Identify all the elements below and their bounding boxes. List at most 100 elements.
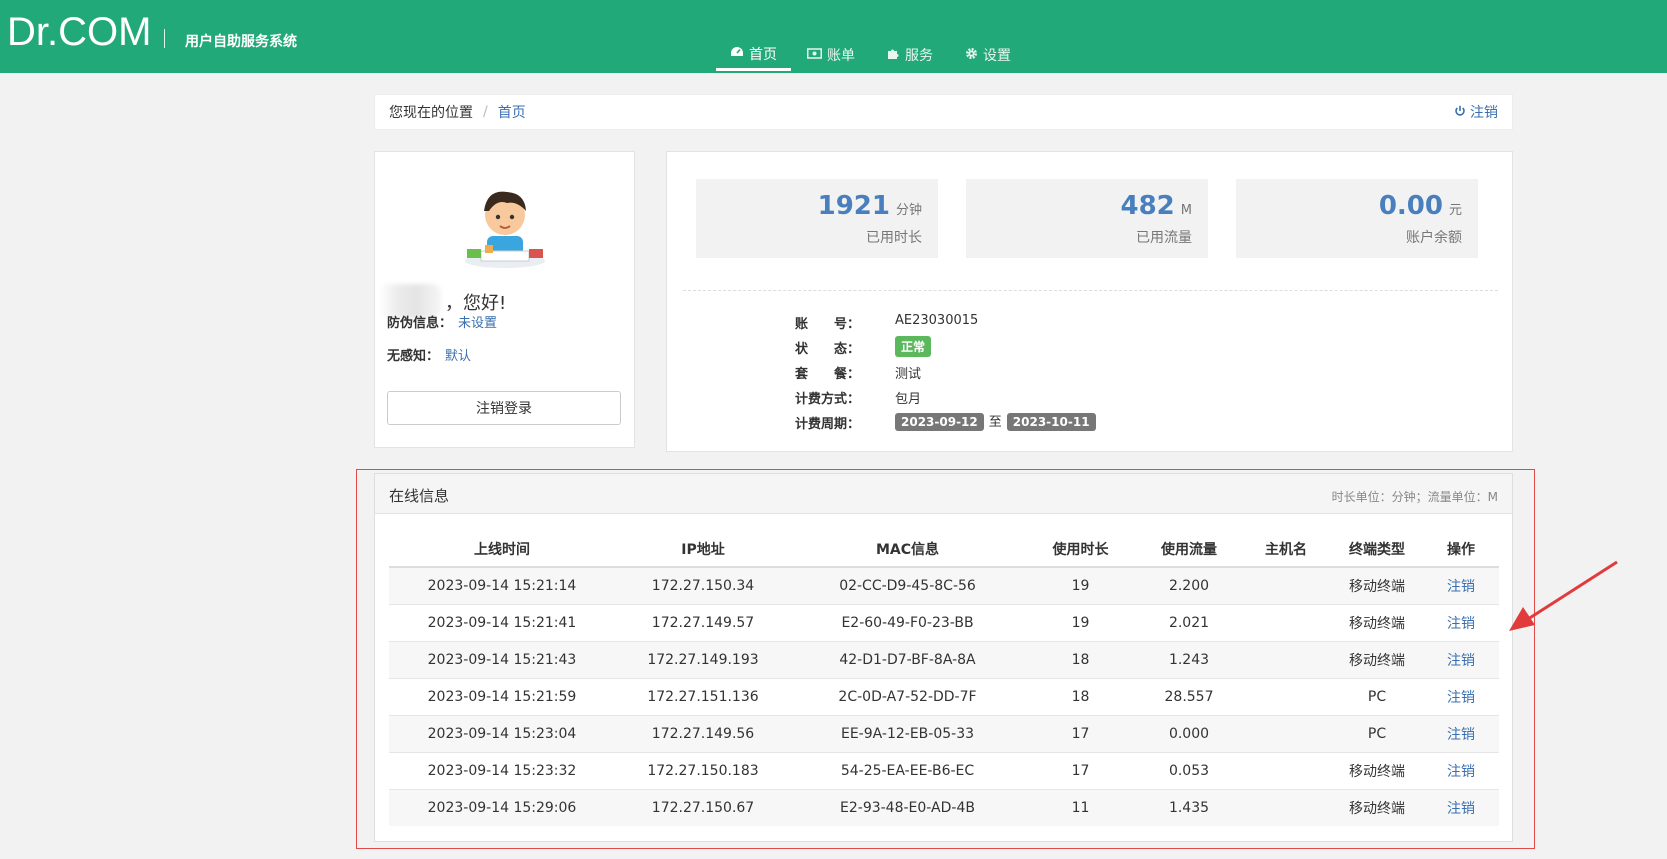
account-value: AE23030015 bbox=[895, 313, 979, 328]
nav-home[interactable]: 首页 bbox=[716, 40, 791, 71]
divider bbox=[683, 290, 1498, 291]
col-terminal: 终端类型 bbox=[1331, 531, 1423, 568]
cell-duration: 17 bbox=[1024, 714, 1137, 752]
cell-action: 注销 bbox=[1423, 640, 1499, 678]
cell-traffic: 1.243 bbox=[1137, 640, 1241, 678]
nav-bill[interactable]: 账单 bbox=[791, 40, 871, 70]
col-mac: MAC信息 bbox=[791, 531, 1024, 568]
main-nav: 首页 账单 服务 设置 bbox=[716, 40, 1027, 73]
col-hostname: 主机名 bbox=[1241, 531, 1331, 568]
cell-hostname bbox=[1241, 603, 1331, 641]
cell-terminal: 移动终端 bbox=[1331, 788, 1423, 826]
cell-action: 注销 bbox=[1423, 566, 1499, 604]
cell-login-time: 2023-09-14 15:23:04 bbox=[389, 714, 615, 752]
cell-duration: 17 bbox=[1024, 751, 1137, 789]
cell-action: 注销 bbox=[1423, 677, 1499, 715]
cell-login-time: 2023-09-14 15:21:59 bbox=[389, 677, 615, 715]
stat-used-traffic-value: 482 M bbox=[1120, 191, 1193, 221]
stat-balance-value: 0.00 元 bbox=[1378, 191, 1462, 221]
cell-traffic: 0.053 bbox=[1137, 751, 1241, 789]
online-panel-title: 在线信息 bbox=[389, 487, 450, 505]
col-duration: 使用时长 bbox=[1024, 531, 1137, 568]
cell-login-time: 2023-09-14 15:21:41 bbox=[389, 603, 615, 641]
cell-terminal: 移动终端 bbox=[1331, 566, 1423, 604]
period-to: 至 bbox=[988, 415, 1002, 430]
red-arrow-icon bbox=[1509, 560, 1618, 631]
cell-ip: 172.27.151.136 bbox=[615, 677, 791, 715]
row-logout-link[interactable]: 注销 bbox=[1447, 727, 1475, 743]
stat-used-time-label: 已用时长 bbox=[866, 230, 922, 246]
breadcrumb: 您现在的位置 / 首页 注销 bbox=[374, 94, 1513, 130]
breadcrumb-separator: / bbox=[483, 104, 488, 120]
cell-mac: EE-9A-12-EB-05-33 bbox=[791, 714, 1024, 752]
table-row: 2023-09-14 15:23:32 172.27.150.183 54-25… bbox=[389, 751, 1499, 789]
cell-terminal: 移动终端 bbox=[1331, 603, 1423, 641]
puzzle-icon bbox=[887, 47, 900, 64]
top-logout-link[interactable]: 注销 bbox=[1454, 102, 1498, 122]
row-logout-link[interactable]: 注销 bbox=[1447, 690, 1475, 706]
online-table: 上线时间 IP地址 MAC信息 使用时长 使用流量 主机名 终端类型 操作 20… bbox=[389, 531, 1499, 826]
cell-mac: 54-25-EA-EE-B6-EC bbox=[791, 751, 1024, 789]
cell-terminal: PC bbox=[1331, 677, 1423, 715]
row-logout-link[interactable]: 注销 bbox=[1447, 764, 1475, 780]
cell-terminal: 移动终端 bbox=[1331, 640, 1423, 678]
money-icon bbox=[807, 47, 822, 63]
row-logout-link[interactable]: 注销 bbox=[1447, 801, 1475, 817]
stat-used-traffic: 482 M 已用流量 bbox=[966, 179, 1208, 258]
gear-icon bbox=[965, 47, 978, 64]
stat-balance-label: 账户余额 bbox=[1406, 230, 1462, 246]
cell-login-time: 2023-09-14 15:23:32 bbox=[389, 751, 615, 789]
anti-fake-row: 防伪信息： 未设置 bbox=[387, 312, 497, 331]
stat-balance: 0.00 元 账户余额 bbox=[1236, 179, 1478, 258]
period-label: 计费周期： bbox=[795, 417, 861, 432]
status-badge: 正常 bbox=[895, 336, 932, 357]
cell-hostname bbox=[1241, 751, 1331, 789]
breadcrumb-home-link[interactable]: 首页 bbox=[498, 102, 526, 122]
seamless-link[interactable]: 默认 bbox=[445, 349, 471, 364]
stats-card: 1921 分钟 已用时长 482 M 已用流量 0.00 元 账户余额 账 号： AE… bbox=[666, 151, 1513, 452]
cell-mac: E2-60-49-F0-23-BB bbox=[791, 603, 1024, 641]
cell-hostname bbox=[1241, 788, 1331, 826]
period-start-badge: 2023-09-12 bbox=[895, 413, 984, 431]
plan-label: 套 餐： bbox=[795, 367, 861, 382]
top-logout-label: 注销 bbox=[1470, 105, 1498, 121]
seamless-label: 无感知： bbox=[387, 349, 440, 364]
col-ip: IP地址 bbox=[615, 531, 791, 568]
table-row: 2023-09-14 15:21:59 172.27.151.136 2C-0D… bbox=[389, 677, 1499, 715]
plan-value: 测试 bbox=[895, 367, 922, 382]
stat-used-time-value: 1921 分钟 bbox=[817, 191, 922, 221]
online-table-body: 2023-09-14 15:21:14 172.27.150.34 02-CC-… bbox=[389, 566, 1499, 826]
nav-home-label: 首页 bbox=[749, 47, 777, 63]
cell-login-time: 2023-09-14 15:21:43 bbox=[389, 640, 615, 678]
col-traffic: 使用流量 bbox=[1137, 531, 1241, 568]
anti-fake-link[interactable]: 未设置 bbox=[458, 316, 497, 331]
cell-terminal: 移动终端 bbox=[1331, 751, 1423, 789]
stat-used-time: 1921 分钟 已用时长 bbox=[696, 179, 938, 258]
billing-label: 计费方式： bbox=[795, 392, 861, 407]
account-label: 账 号： bbox=[795, 317, 861, 332]
cell-duration: 11 bbox=[1024, 788, 1137, 826]
table-row: 2023-09-14 15:21:43 172.27.149.193 42-D1… bbox=[389, 640, 1499, 678]
power-icon bbox=[1454, 105, 1470, 121]
table-row: 2023-09-14 15:29:06 172.27.150.67 E2-93-… bbox=[389, 788, 1499, 826]
row-logout-link[interactable]: 注销 bbox=[1447, 579, 1475, 595]
row-logout-link[interactable]: 注销 bbox=[1447, 616, 1475, 632]
table-header-row: 上线时间 IP地址 MAC信息 使用时长 使用流量 主机名 终端类型 操作 bbox=[389, 531, 1499, 568]
seamless-row: 无感知： 默认 bbox=[387, 345, 471, 364]
nav-bill-label: 账单 bbox=[827, 48, 855, 64]
cell-mac: E2-93-48-E0-AD-4B bbox=[791, 788, 1024, 826]
logout-button[interactable]: 注销登录 bbox=[387, 391, 621, 425]
col-login-time: 上线时间 bbox=[389, 531, 615, 568]
cell-mac: 42-D1-D7-BF-8A-8A bbox=[791, 640, 1024, 678]
cell-traffic: 1.435 bbox=[1137, 788, 1241, 826]
cell-hostname bbox=[1241, 714, 1331, 752]
period-end-badge: 2023-10-11 bbox=[1006, 413, 1096, 431]
cell-hostname bbox=[1241, 566, 1331, 604]
logo[interactable]: Dr.COM bbox=[7, 10, 151, 55]
nav-settings[interactable]: 设置 bbox=[949, 40, 1027, 70]
cell-action: 注销 bbox=[1423, 714, 1499, 752]
row-logout-link[interactable]: 注销 bbox=[1447, 653, 1475, 669]
online-panel-header: 在线信息 时长单位：分钟；流量单位：M bbox=[375, 474, 1512, 514]
user-card: ，您好! 防伪信息： 未设置 无感知： 默认 注销登录 bbox=[374, 151, 635, 448]
nav-service[interactable]: 服务 bbox=[871, 40, 949, 70]
